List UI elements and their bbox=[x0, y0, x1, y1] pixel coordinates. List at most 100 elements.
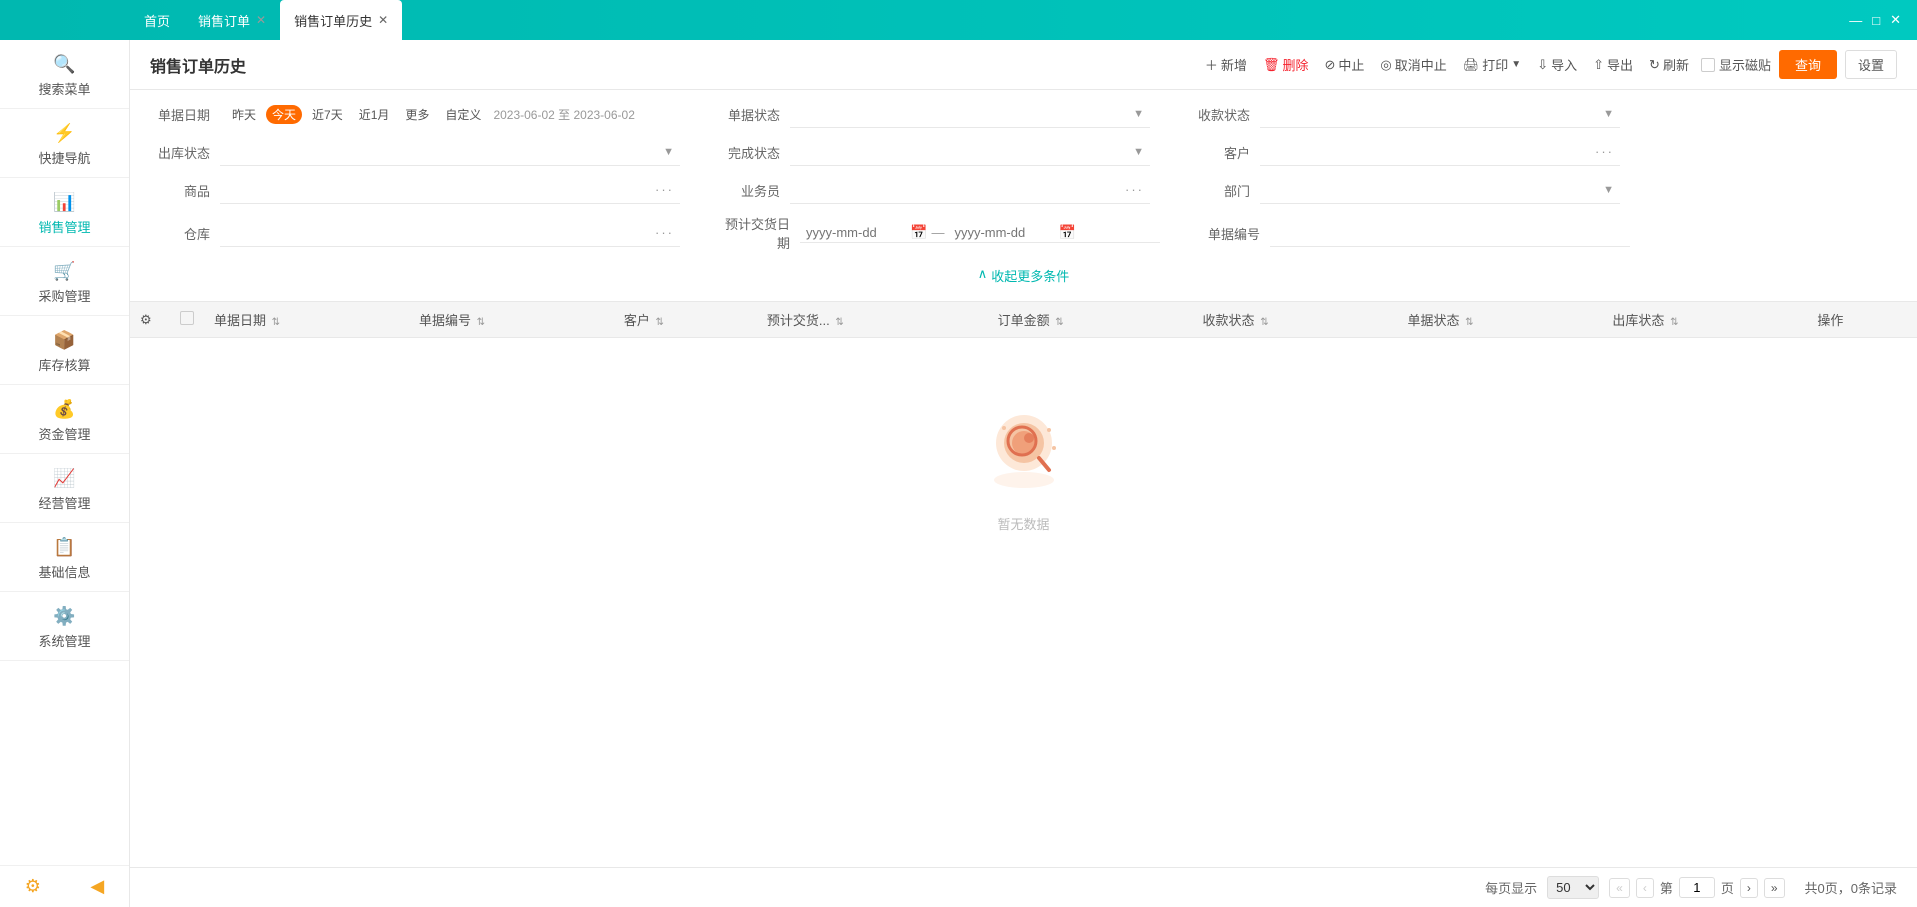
bill-date-label: 单据日期 bbox=[150, 105, 220, 124]
sidebar-item-search-menu-label: 搜索菜单 bbox=[38, 79, 90, 98]
date-tab-more[interactable]: 更多 bbox=[399, 105, 435, 124]
bill-status-sort-icon: ⇅ bbox=[1465, 317, 1473, 328]
tab-home-label: 首页 bbox=[144, 11, 170, 30]
goods-input[interactable]: ··· bbox=[220, 176, 680, 204]
calendar-start-icon[interactable]: 📅 bbox=[910, 224, 927, 241]
th-order-amount[interactable]: 订单金额 ⇅ bbox=[988, 302, 1193, 338]
date-tab-today[interactable]: 今天 bbox=[266, 105, 302, 124]
sidebar-collapse-icon[interactable]: ◀ bbox=[90, 876, 104, 897]
th-expected-date[interactable]: 预计交货... ⇅ bbox=[757, 302, 988, 338]
sidebar-settings-icon[interactable]: ⚙ bbox=[25, 876, 41, 897]
th-checkbox[interactable] bbox=[170, 302, 204, 338]
department-select[interactable]: ▼ bbox=[1260, 176, 1620, 204]
sidebar-item-base-info[interactable]: 📋 基础信息 bbox=[0, 523, 129, 592]
tab-sales-order-history[interactable]: 销售订单历史 ✕ bbox=[280, 0, 402, 40]
close-btn[interactable]: ✕ bbox=[1890, 12, 1901, 28]
th-out-stock-status[interactable]: 出库状态 ⇅ bbox=[1602, 302, 1807, 338]
th-gear[interactable]: ⚙ bbox=[130, 302, 170, 338]
import-button[interactable]: ⇩ 导入 bbox=[1533, 53, 1581, 76]
header-checkbox[interactable] bbox=[180, 311, 194, 325]
empty-illustration bbox=[974, 398, 1074, 498]
complete-status-label: 完成状态 bbox=[720, 143, 790, 162]
import-label: 导入 bbox=[1551, 55, 1577, 74]
expected-date-end[interactable] bbox=[948, 223, 1058, 242]
date-tabs: 昨天 今天 近7天 近1月 更多 自定义 bbox=[226, 105, 487, 124]
expected-date-start[interactable] bbox=[800, 223, 910, 242]
display-label: 显示磁贴 bbox=[1719, 55, 1771, 74]
display-toggle[interactable]: 显示磁贴 bbox=[1701, 55, 1771, 74]
pagination: « ‹ 第 页 › » bbox=[1609, 877, 1784, 898]
th-bill-date-label: 单据日期 bbox=[214, 313, 266, 328]
sidebar-item-inventory-check[interactable]: 📦 库存核算 bbox=[0, 316, 129, 385]
sidebar-item-quick-nav[interactable]: ⚡ 快捷导航 bbox=[0, 109, 129, 178]
table-area: ⚙ 单据日期 ⇅ 单据编号 ⇅ 客户 ⇅ bbox=[130, 301, 1917, 867]
th-customer[interactable]: 客户 ⇅ bbox=[614, 302, 757, 338]
date-tab-last7[interactable]: 近7天 bbox=[306, 105, 349, 124]
tab-sales-order-close[interactable]: ✕ bbox=[256, 13, 266, 27]
th-bill-date[interactable]: 单据日期 ⇅ bbox=[204, 302, 409, 338]
sidebar-item-sys-mgmt[interactable]: ⚙️ 系统管理 bbox=[0, 592, 129, 661]
sidebar-item-ops-mgmt[interactable]: 📈 经营管理 bbox=[0, 454, 129, 523]
print-button[interactable]: 🖨 打印 ▼ bbox=[1459, 53, 1525, 76]
goods-dots-icon: ··· bbox=[655, 182, 674, 197]
th-operation-label: 操作 bbox=[1817, 313, 1843, 328]
refresh-button[interactable]: ↻ 刷新 bbox=[1645, 53, 1693, 76]
new-button[interactable]: ＋ 新增 bbox=[1201, 53, 1251, 76]
stop-label: 中止 bbox=[1338, 55, 1364, 74]
date-tab-custom[interactable]: 自定义 bbox=[439, 105, 487, 124]
receipt-status-select[interactable]: ▼ bbox=[1260, 100, 1620, 128]
bill-date-sort-icon: ⇅ bbox=[272, 317, 280, 328]
display-checkbox[interactable] bbox=[1701, 58, 1715, 72]
customer-sort-icon: ⇅ bbox=[656, 317, 664, 328]
collapse-row[interactable]: ∧ 收起更多条件 bbox=[150, 262, 1897, 291]
tab-sales-order-history-close[interactable]: ✕ bbox=[378, 13, 388, 27]
query-button[interactable]: 查询 bbox=[1779, 50, 1837, 79]
sidebar-item-fund-mgmt[interactable]: 💰 资金管理 bbox=[0, 385, 129, 454]
out-stock-label: 出库状态 bbox=[150, 143, 220, 162]
bill-status-select[interactable]: ▼ bbox=[790, 100, 1150, 128]
sidebar-item-base-info-label: 基础信息 bbox=[38, 562, 90, 581]
delete-label: 删除 bbox=[1282, 55, 1308, 74]
delete-button[interactable]: 🗑 删除 bbox=[1259, 53, 1313, 76]
prev-page-button[interactable]: ‹ bbox=[1636, 878, 1654, 898]
salesperson-input[interactable]: ··· bbox=[790, 176, 1150, 204]
sys-mgmt-icon: ⚙️ bbox=[53, 606, 75, 627]
th-bill-no[interactable]: 单据编号 ⇅ bbox=[409, 302, 614, 338]
out-stock-select[interactable]: ▼ bbox=[220, 138, 680, 166]
maximize-btn[interactable]: □ bbox=[1872, 13, 1880, 28]
date-tab-last-month[interactable]: 近1月 bbox=[353, 105, 396, 124]
th-out-stock-status-label: 出库状态 bbox=[1612, 313, 1664, 328]
minimize-btn[interactable]: — bbox=[1849, 13, 1862, 28]
date-tab-yesterday[interactable]: 昨天 bbox=[226, 105, 262, 124]
calendar-end-icon[interactable]: 📅 bbox=[1058, 224, 1075, 241]
settings-button[interactable]: 设置 bbox=[1845, 50, 1897, 79]
customer-input[interactable]: ··· bbox=[1260, 138, 1620, 166]
page-label: 第 bbox=[1660, 878, 1673, 897]
ops-mgmt-icon: 📈 bbox=[53, 468, 75, 489]
export-button[interactable]: ⇧ 导出 bbox=[1589, 53, 1637, 76]
sidebar-item-search-menu[interactable]: 🔍 搜索菜单 bbox=[0, 40, 129, 109]
delete-icon: 🗑 bbox=[1263, 57, 1280, 73]
order-amount-sort-icon: ⇅ bbox=[1055, 317, 1063, 328]
empty-state: 暂无数据 bbox=[130, 338, 1917, 573]
last-page-button[interactable]: » bbox=[1764, 878, 1785, 898]
warehouse-input[interactable]: ··· bbox=[220, 219, 680, 247]
bill-no-input[interactable] bbox=[1270, 219, 1630, 247]
page-number-input[interactable] bbox=[1679, 877, 1715, 898]
per-page-select[interactable]: 50 10 20 100 bbox=[1547, 876, 1599, 899]
th-bill-status[interactable]: 单据状态 ⇅ bbox=[1397, 302, 1602, 338]
bill-no-label: 单据编号 bbox=[1200, 224, 1270, 243]
first-page-button[interactable]: « bbox=[1609, 878, 1630, 898]
stop-button[interactable]: ⊘ 中止 bbox=[1320, 53, 1368, 76]
sidebar-item-sales-mgmt-label: 销售管理 bbox=[38, 217, 90, 236]
department-label: 部门 bbox=[1190, 181, 1260, 200]
cancel-stop-button[interactable]: ◎ 取消中止 bbox=[1376, 53, 1450, 76]
complete-status-select[interactable]: ▼ bbox=[790, 138, 1150, 166]
sidebar-item-purchase-mgmt[interactable]: 🛒 采购管理 bbox=[0, 247, 129, 316]
tab-sales-order[interactable]: 销售订单 ✕ bbox=[184, 0, 280, 40]
next-page-button[interactable]: › bbox=[1740, 878, 1758, 898]
sidebar-item-sales-mgmt[interactable]: 📊 销售管理 bbox=[0, 178, 129, 247]
th-receipt-status[interactable]: 收款状态 ⇅ bbox=[1193, 302, 1398, 338]
tab-home[interactable]: 首页 bbox=[130, 0, 184, 40]
top-bar: 首页 销售订单 ✕ 销售订单历史 ✕ — □ ✕ bbox=[0, 0, 1917, 40]
